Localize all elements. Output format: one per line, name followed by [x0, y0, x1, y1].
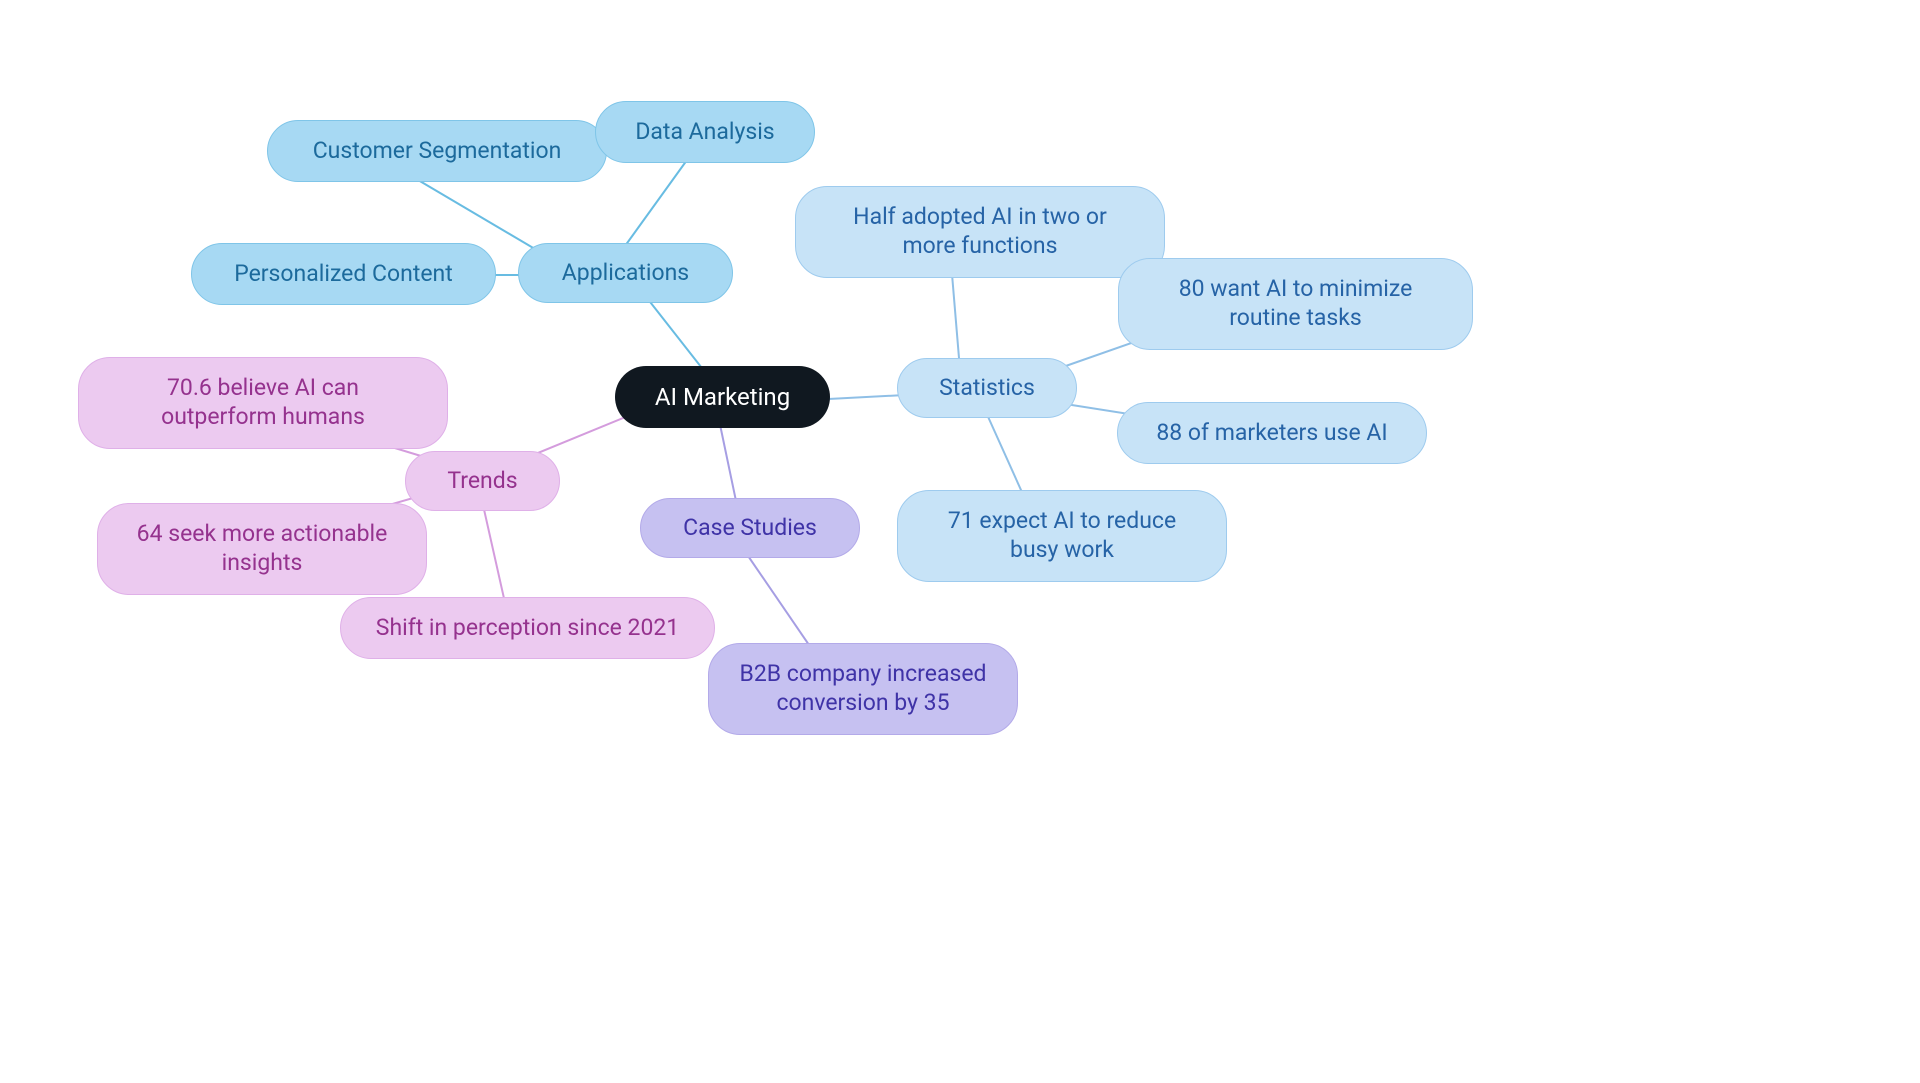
marketers-use-node[interactable]: 88 of marketers use AI: [1117, 402, 1427, 464]
b2b-label: B2B company increased conversion by 35: [737, 660, 989, 718]
marketers-use-label: 88 of marketers use AI: [1156, 419, 1387, 448]
minimize-tasks-label: 80 want AI to minimize routine tasks: [1147, 275, 1444, 333]
customer-segmentation-node[interactable]: Customer Segmentation: [267, 120, 607, 182]
trends-node[interactable]: Trends: [405, 451, 560, 511]
actionable-node[interactable]: 64 seek more actionable insights: [97, 503, 427, 595]
case-studies-label: Case Studies: [683, 514, 817, 543]
statistics-node[interactable]: Statistics: [897, 358, 1077, 418]
root-label: AI Marketing: [655, 382, 790, 412]
trends-label: Trends: [447, 467, 517, 496]
customer-segmentation-label: Customer Segmentation: [313, 137, 562, 166]
outperform-node[interactable]: 70.6 believe AI can outperform humans: [78, 357, 448, 449]
case-studies-node[interactable]: Case Studies: [640, 498, 860, 558]
expect-reduce-node[interactable]: 71 expect AI to reduce busy work: [897, 490, 1227, 582]
minimize-tasks-node[interactable]: 80 want AI to minimize routine tasks: [1118, 258, 1473, 350]
statistics-label: Statistics: [939, 374, 1035, 403]
half-adopted-node[interactable]: Half adopted AI in two or more functions: [795, 186, 1165, 278]
expect-reduce-label: 71 expect AI to reduce busy work: [926, 507, 1198, 565]
shift-node[interactable]: Shift in perception since 2021: [340, 597, 715, 659]
half-adopted-label: Half adopted AI in two or more functions: [824, 203, 1136, 261]
mindmap-canvas: AI Marketing Applications Customer Segme…: [0, 0, 1920, 1083]
actionable-label: 64 seek more actionable insights: [126, 520, 398, 578]
b2b-node[interactable]: B2B company increased conversion by 35: [708, 643, 1018, 735]
personalized-content-label: Personalized Content: [234, 260, 453, 289]
data-analysis-label: Data Analysis: [635, 118, 774, 147]
personalized-content-node[interactable]: Personalized Content: [191, 243, 496, 305]
data-analysis-node[interactable]: Data Analysis: [595, 101, 815, 163]
shift-label: Shift in perception since 2021: [376, 614, 679, 643]
root-node[interactable]: AI Marketing: [615, 366, 830, 428]
applications-node[interactable]: Applications: [518, 243, 733, 303]
outperform-label: 70.6 believe AI can outperform humans: [107, 374, 419, 432]
applications-label: Applications: [562, 259, 689, 288]
